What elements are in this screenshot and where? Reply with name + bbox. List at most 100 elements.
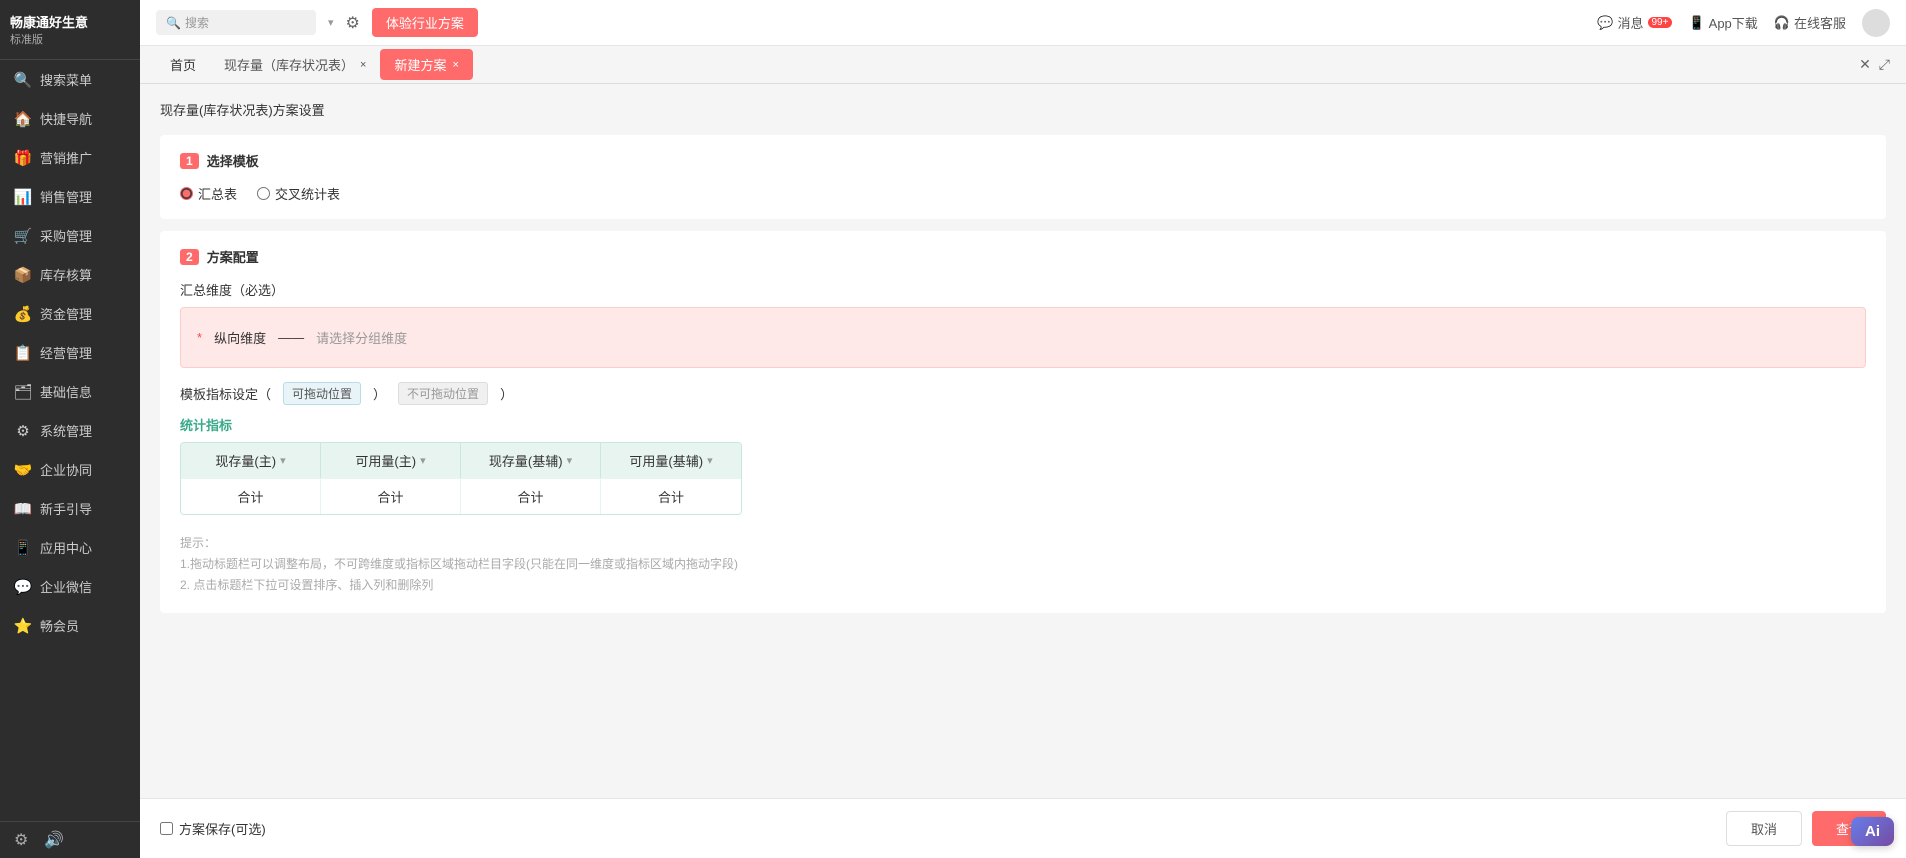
stat-col-cell-3: 合计 bbox=[601, 478, 741, 514]
stat-col-chevron-2[interactable]: ▾ bbox=[567, 454, 573, 467]
sidebar-bottom-icon-volume[interactable]: 🔊 bbox=[44, 830, 64, 850]
stat-col-cell-0: 合计 bbox=[181, 478, 321, 514]
sidebar-item-app-center[interactable]: 📱应用中心 bbox=[0, 528, 140, 567]
tab-controls: ✕ ⤢ bbox=[1859, 56, 1890, 73]
sidebar-item-new-guide[interactable]: 📖 新手引导 bbox=[0, 489, 140, 528]
indicator-draggable-chip: 可拖动位置 bbox=[283, 382, 361, 405]
topbar-search[interactable]: 🔍 搜索 bbox=[156, 10, 316, 35]
radio-summary-input[interactable] bbox=[180, 187, 193, 200]
footer-save: 方案保存(可选) bbox=[160, 819, 266, 838]
stat-col-header-1[interactable]: 可用量(主) ▾ bbox=[321, 443, 461, 478]
step1-header: 1 选择模板 bbox=[180, 151, 1866, 170]
close-panel-button[interactable]: ✕ bbox=[1859, 56, 1871, 73]
stat-col-chevron-1[interactable]: ▾ bbox=[420, 454, 426, 467]
indicator-not-draggable-chip: 不可拖动位置 bbox=[398, 382, 488, 405]
stat-table: 现存量(主) ▾可用量(主) ▾现存量(基辅) ▾可用量(基辅) ▾ 合计合计合… bbox=[180, 442, 742, 515]
sidebar-item-icon-operation: 📋 bbox=[14, 344, 32, 362]
sidebar-item-membership[interactable]: ⭐畅会员 bbox=[0, 606, 140, 645]
dimension-field-label: 汇总维度（必选） bbox=[180, 280, 1866, 299]
sidebar-item-label-operation: 经营管理 bbox=[40, 343, 92, 362]
hint-item-0: 1.拖动标题栏可以调整布局，不可跨维度或指标区域拖动栏目字段(只能在同一维度或指… bbox=[180, 555, 1866, 572]
sidebar-item-icon-inventory: 📦 bbox=[14, 266, 32, 284]
avatar[interactable] bbox=[1862, 9, 1890, 37]
sidebar-item-label-quick-nav: 快捷导航 bbox=[40, 109, 92, 128]
sidebar-item-quick-nav[interactable]: 🏠快捷导航 bbox=[0, 99, 140, 138]
tab-new-scheme[interactable]: 新建方案 × bbox=[380, 49, 472, 80]
phone-icon: 📱 bbox=[1688, 15, 1704, 31]
sidebar-item-label-marketing: 营销推广 bbox=[40, 148, 92, 167]
sidebar-item-inventory[interactable]: 📦库存核算 bbox=[0, 255, 140, 294]
sidebar-item-sales[interactable]: 📊 销售管理 bbox=[0, 177, 140, 216]
step2-header: 2 方案配置 bbox=[180, 247, 1866, 266]
save-checkbox[interactable] bbox=[160, 822, 173, 835]
sidebar-item-label-system: 系统管理 bbox=[40, 421, 92, 440]
radio-summary-label: 汇总表 bbox=[198, 184, 237, 203]
sidebar-bottom: ⚙🔊 bbox=[0, 821, 140, 858]
sidebar-item-icon-sales: 📊 bbox=[14, 188, 32, 206]
topbar-right: 💬 消息 99+ 📱 App下载 🎧 在线客服 bbox=[1597, 9, 1890, 37]
stat-label: 统计指标 bbox=[180, 415, 1866, 434]
ai-badge[interactable]: Ai bbox=[1851, 817, 1894, 846]
app-download-item[interactable]: 📱 App下载 bbox=[1688, 13, 1757, 32]
sidebar-nav: 🔍搜索菜单🏠快捷导航 🎁 营销推广 📊 销售管理 🛒采购管理📦库存核算 💰 资金管理 📋 经营管理… bbox=[0, 60, 140, 821]
sidebar-item-system[interactable]: ⚙系统管理 bbox=[0, 411, 140, 450]
sidebar-item-label-sales: 销售管理 bbox=[40, 187, 92, 206]
sidebar-item-icon-enterprise: 🤝 bbox=[14, 461, 32, 479]
radio-cross[interactable]: 交叉统计表 bbox=[257, 184, 340, 203]
sidebar-item-icon-wechat: 💬 bbox=[14, 578, 32, 596]
stat-col-header-2[interactable]: 现存量(基辅) ▾ bbox=[461, 443, 601, 478]
sidebar-item-marketing[interactable]: 🎁 营销推广 bbox=[0, 138, 140, 177]
headset-icon: 🎧 bbox=[1774, 15, 1790, 31]
sidebar-item-label-app-center: 应用中心 bbox=[40, 538, 92, 557]
sidebar-item-label-finance: 资金管理 bbox=[40, 304, 92, 323]
expand-panel-button[interactable]: ⤢ bbox=[1879, 56, 1890, 73]
tab-home-label: 首页 bbox=[170, 55, 196, 74]
stat-col-chevron-0[interactable]: ▾ bbox=[280, 454, 286, 467]
stat-table-row: 合计合计合计合计 bbox=[181, 478, 741, 514]
sidebar-item-icon-new-guide: 📖 bbox=[14, 500, 32, 518]
dimension-box[interactable]: * 纵向维度 —— 请选择分组维度 bbox=[180, 307, 1866, 368]
sidebar-item-wechat[interactable]: 💬企业微信 bbox=[0, 567, 140, 606]
stat-col-header-3[interactable]: 可用量(基辅) ▾ bbox=[601, 443, 741, 478]
sidebar-item-finance[interactable]: 💰 资金管理 bbox=[0, 294, 140, 333]
hint-title: 提示： bbox=[180, 534, 1866, 551]
sidebar-item-basic-info[interactable]: 🗂基础信息 bbox=[0, 372, 140, 411]
sidebar-item-icon-marketing: 🎁 bbox=[14, 149, 32, 167]
sidebar-item-enterprise[interactable]: 🤝 企业协同 bbox=[0, 450, 140, 489]
tab-new-scheme-close-icon[interactable]: × bbox=[452, 59, 458, 71]
radio-cross-input[interactable] bbox=[257, 187, 270, 200]
content-area: 现存量(库存状况表)方案设置 1 选择模板 汇总表 交叉统计表 2 bbox=[140, 84, 1906, 798]
online-support-item[interactable]: 🎧 在线客服 bbox=[1774, 13, 1846, 32]
sidebar-item-icon-purchase: 🛒 bbox=[14, 227, 32, 245]
sidebar-item-operation[interactable]: 📋 经营管理 bbox=[0, 333, 140, 372]
tab-new-scheme-label: 新建方案 bbox=[394, 55, 446, 74]
sidebar-bottom-icon-settings[interactable]: ⚙ bbox=[14, 830, 28, 850]
stat-col-chevron-3[interactable]: ▾ bbox=[707, 454, 713, 467]
stat-col-header-0[interactable]: 现存量(主) ▾ bbox=[181, 443, 321, 478]
trial-industry-button[interactable]: 体验行业方案 bbox=[372, 8, 478, 37]
sidebar-item-purchase[interactable]: 🛒采购管理 bbox=[0, 216, 140, 255]
step1-title: 选择模板 bbox=[207, 151, 259, 170]
stat-col-label-1: 可用量(主) bbox=[355, 451, 416, 470]
tab-inventory-status-label: 现存量（库存状况表） bbox=[224, 55, 354, 74]
save-checkbox-label: 方案保存(可选) bbox=[179, 819, 266, 838]
radio-summary[interactable]: 汇总表 bbox=[180, 184, 237, 203]
message-item[interactable]: 💬 消息 99+ bbox=[1597, 13, 1672, 32]
sidebar-item-label-enterprise: 企业协同 bbox=[40, 460, 92, 479]
sidebar-item-icon-finance: 💰 bbox=[14, 305, 32, 323]
sidebar-item-search-menu[interactable]: 🔍搜索菜单 bbox=[0, 60, 140, 99]
tab-inventory-status[interactable]: 现存量（库存状况表） × bbox=[210, 49, 380, 80]
app-edition: 标准版 bbox=[10, 31, 130, 47]
cancel-button[interactable]: 取消 bbox=[1726, 811, 1802, 846]
dimension-dash: —— bbox=[278, 330, 304, 345]
sidebar-logo: 畅康通好生意 标准版 bbox=[0, 0, 140, 60]
stat-col-cell-1: 合计 bbox=[321, 478, 461, 514]
tab-inventory-status-close-icon[interactable]: × bbox=[360, 59, 366, 71]
sidebar-item-label-search-menu: 搜索菜单 bbox=[40, 70, 92, 89]
sidebar-item-label-new-guide: 新手引导 bbox=[40, 499, 92, 518]
gear-icon[interactable]: ⚙ bbox=[346, 13, 360, 33]
indicator-setting-label: 模板指标设定（ bbox=[180, 384, 271, 403]
chevron-down-icon: ▾ bbox=[328, 16, 334, 29]
hint-section: 提示： 1.拖动标题栏可以调整布局，不可跨维度或指标区域拖动栏目字段(只能在同一维… bbox=[180, 534, 1866, 593]
tab-home[interactable]: 首页 bbox=[156, 49, 210, 80]
